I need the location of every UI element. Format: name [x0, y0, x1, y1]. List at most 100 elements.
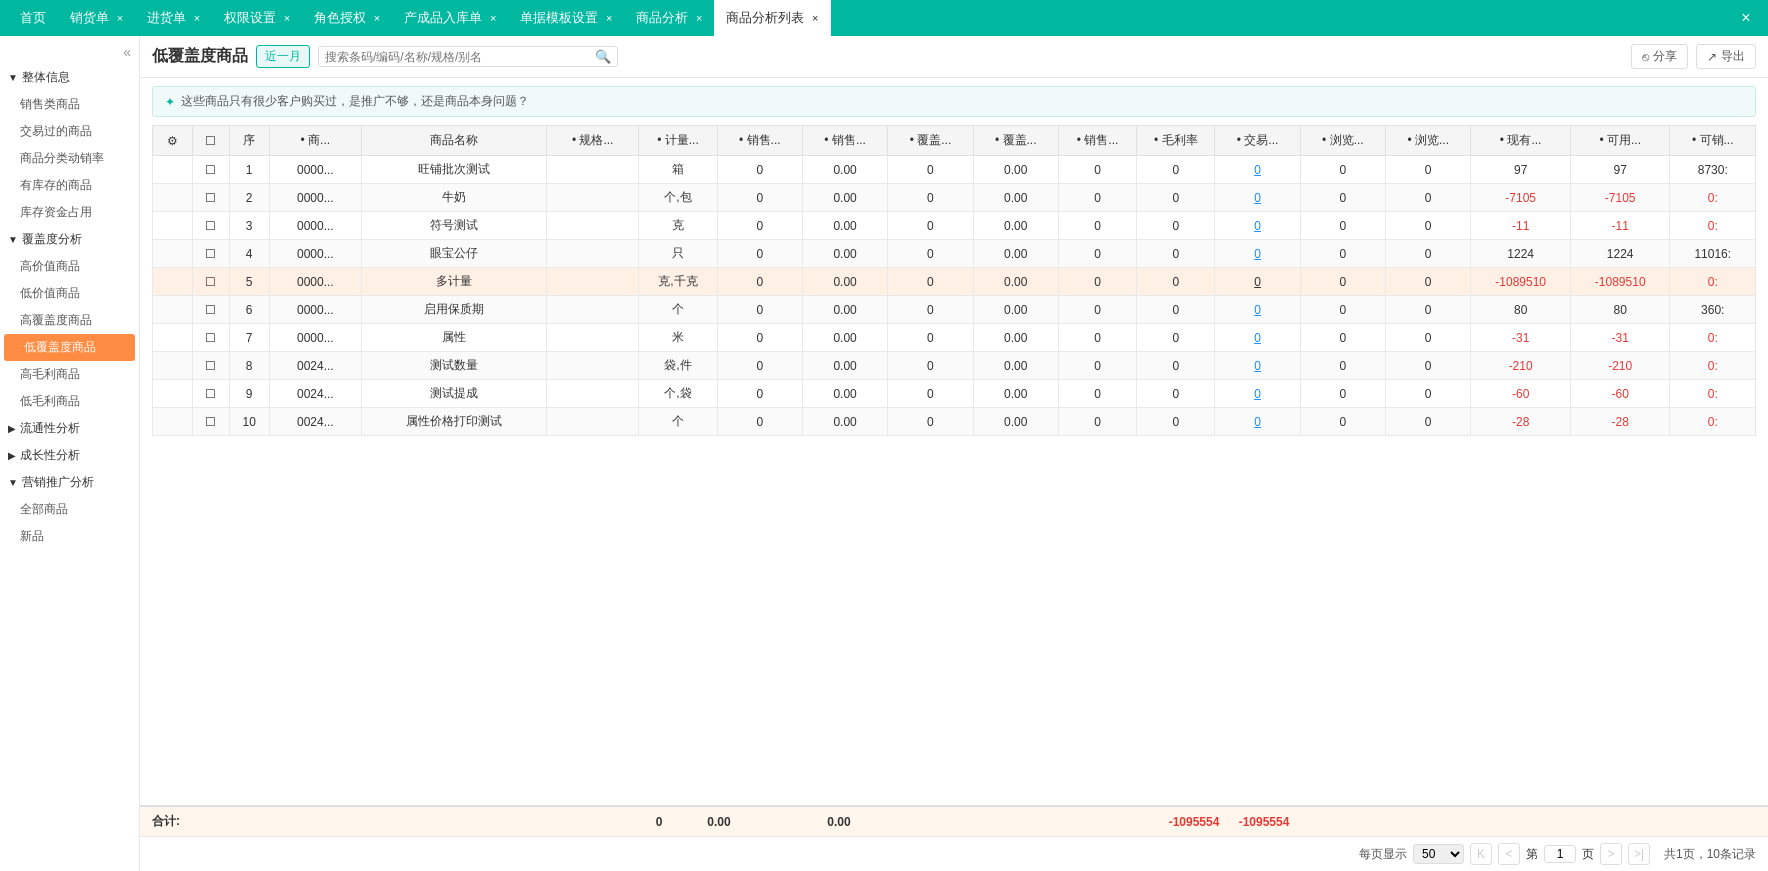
- table-cell[interactable]: ☐: [192, 184, 229, 212]
- table-cell: 0000...: [269, 268, 361, 296]
- sidebar-section-overall[interactable]: ▼ 整体信息: [0, 64, 139, 91]
- sidebar-item-inventory-capital[interactable]: 库存资金占用: [0, 199, 139, 226]
- table-cell[interactable]: ☐: [192, 156, 229, 184]
- th-transactions[interactable]: • 交易...: [1215, 126, 1300, 156]
- table-cell: 0: [1215, 408, 1300, 436]
- table-cell[interactable]: ☐: [192, 240, 229, 268]
- table-cell[interactable]: ☐: [192, 408, 229, 436]
- th-sales3[interactable]: • 销售...: [1058, 126, 1136, 156]
- table-container[interactable]: ⚙ ☐ 序 • 商... 商品名称 • 规格... • 计量... • 销售..…: [140, 125, 1768, 805]
- th-margin[interactable]: • 毛利率: [1137, 126, 1215, 156]
- th-unit[interactable]: • 计量...: [639, 126, 717, 156]
- table-cell[interactable]: ☐: [192, 352, 229, 380]
- table-cell: 0000...: [269, 156, 361, 184]
- table-cell: -7105: [1570, 184, 1670, 212]
- nav-product-analysis-list-close[interactable]: ×: [812, 12, 818, 24]
- sidebar-item-new-goods[interactable]: 新品: [0, 523, 139, 550]
- table-cell: [546, 240, 638, 268]
- table-cell: 0.00: [802, 296, 887, 324]
- table-cell[interactable]: ☐: [192, 268, 229, 296]
- nav-template[interactable]: 单据模板设置 ×: [508, 0, 624, 36]
- th-sales1[interactable]: • 销售...: [717, 126, 802, 156]
- sidebar-item-high-coverage[interactable]: 高覆盖度商品: [0, 307, 139, 334]
- sidebar-collapse-button[interactable]: «: [0, 40, 139, 64]
- table-cell: 0: [888, 212, 973, 240]
- table-row: ☐100024...属性价格打印测试个00.0000.0000000-28-28…: [153, 408, 1756, 436]
- table-cell: 0: [1058, 212, 1136, 240]
- nav-sales[interactable]: 销货单 ×: [58, 0, 135, 36]
- sidebar-item-category-rate[interactable]: 商品分类动销率: [0, 145, 139, 172]
- sidebar-item-low-value[interactable]: 低价值商品: [0, 280, 139, 307]
- last-page-button[interactable]: >|: [1628, 843, 1650, 865]
- nav-permission[interactable]: 权限设置 ×: [212, 0, 302, 36]
- nav-role-close[interactable]: ×: [374, 12, 380, 24]
- table-cell[interactable]: ☐: [192, 324, 229, 352]
- export-button[interactable]: ↗ 导出: [1696, 44, 1756, 69]
- nav-home[interactable]: 首页: [8, 0, 58, 36]
- table-cell: [153, 184, 193, 212]
- next-page-button[interactable]: >: [1600, 843, 1622, 865]
- sidebar-item-high-profit[interactable]: 高毛利商品: [0, 361, 139, 388]
- table-cell: -1089510: [1471, 268, 1571, 296]
- table-cell: 0: [1386, 240, 1471, 268]
- table-cell: 属性价格打印测试: [362, 408, 547, 436]
- nav-product-inbound[interactable]: 产成品入库单 ×: [392, 0, 508, 36]
- table-cell: 0.00: [802, 268, 887, 296]
- table-cell: 0.00: [973, 268, 1058, 296]
- th-spec[interactable]: • 规格...: [546, 126, 638, 156]
- table-cell: 0: [1137, 212, 1215, 240]
- th-checkbox[interactable]: ☐: [192, 126, 229, 156]
- table-cell: [153, 212, 193, 240]
- window-close-button[interactable]: ×: [1732, 4, 1760, 32]
- th-current-stock[interactable]: • 现有...: [1471, 126, 1571, 156]
- th-browse2[interactable]: • 浏览...: [1386, 126, 1471, 156]
- sidebar-section-growth[interactable]: ▶ 成长性分析: [0, 442, 139, 469]
- sidebar-item-traded-goods[interactable]: 交易过的商品: [0, 118, 139, 145]
- sidebar-item-sales-goods[interactable]: 销售类商品: [0, 91, 139, 118]
- sidebar-item-high-value[interactable]: 高价值商品: [0, 253, 139, 280]
- table-cell[interactable]: ☐: [192, 212, 229, 240]
- table-cell[interactable]: ☐: [192, 380, 229, 408]
- nav-product-analysis-close[interactable]: ×: [696, 12, 702, 24]
- nav-permission-close[interactable]: ×: [284, 12, 290, 24]
- nav-template-close[interactable]: ×: [606, 12, 612, 24]
- nav-sales-close[interactable]: ×: [117, 12, 123, 24]
- nav-product-inbound-close[interactable]: ×: [490, 12, 496, 24]
- nav-purchase-close[interactable]: ×: [194, 12, 200, 24]
- share-button[interactable]: ⎋ 分享: [1631, 44, 1688, 69]
- section-marketing-arrow: ▼: [8, 477, 18, 488]
- table-cell: 0: [1215, 324, 1300, 352]
- th-settings[interactable]: ⚙: [153, 126, 193, 156]
- period-button[interactable]: 近一月: [256, 45, 310, 68]
- sidebar-section-marketing[interactable]: ▼ 营销推广分析: [0, 469, 139, 496]
- table-cell: [153, 380, 193, 408]
- th-browse1[interactable]: • 浏览...: [1300, 126, 1385, 156]
- sidebar-section-coverage[interactable]: ▼ 覆盖度分析: [0, 226, 139, 253]
- sidebar-item-low-profit[interactable]: 低毛利商品: [0, 388, 139, 415]
- nav-product-analysis[interactable]: 商品分析 ×: [624, 0, 714, 36]
- th-available-stock[interactable]: • 可用...: [1570, 126, 1670, 156]
- nav-product-analysis-list[interactable]: 商品分析列表 ×: [714, 0, 830, 36]
- table-cell: 0.00: [802, 184, 887, 212]
- table-cell[interactable]: ☐: [192, 296, 229, 324]
- sidebar-item-low-coverage[interactable]: 低覆盖度商品: [4, 334, 135, 361]
- th-coverage2[interactable]: • 覆盖...: [973, 126, 1058, 156]
- th-coverage1[interactable]: • 覆盖...: [888, 126, 973, 156]
- sidebar-item-inventory-goods[interactable]: 有库存的商品: [0, 172, 139, 199]
- th-sales2[interactable]: • 销售...: [802, 126, 887, 156]
- sidebar-section-flow[interactable]: ▶ 流通性分析: [0, 415, 139, 442]
- table-cell: 0: [717, 240, 802, 268]
- page-number-input[interactable]: [1544, 845, 1576, 863]
- first-page-button[interactable]: K: [1470, 843, 1492, 865]
- nav-purchase[interactable]: 进货单 ×: [135, 0, 212, 36]
- search-input[interactable]: [325, 50, 595, 64]
- th-name[interactable]: 商品名称: [362, 126, 547, 156]
- section-coverage-arrow: ▼: [8, 234, 18, 245]
- th-code[interactable]: • 商...: [269, 126, 361, 156]
- page-size-select[interactable]: 50 20 100: [1413, 844, 1464, 864]
- sidebar-item-all-goods[interactable]: 全部商品: [0, 496, 139, 523]
- th-saleable[interactable]: • 可销...: [1670, 126, 1756, 156]
- nav-role[interactable]: 角色授权 ×: [302, 0, 392, 36]
- prev-page-button[interactable]: <: [1498, 843, 1520, 865]
- table-cell: 5: [229, 268, 269, 296]
